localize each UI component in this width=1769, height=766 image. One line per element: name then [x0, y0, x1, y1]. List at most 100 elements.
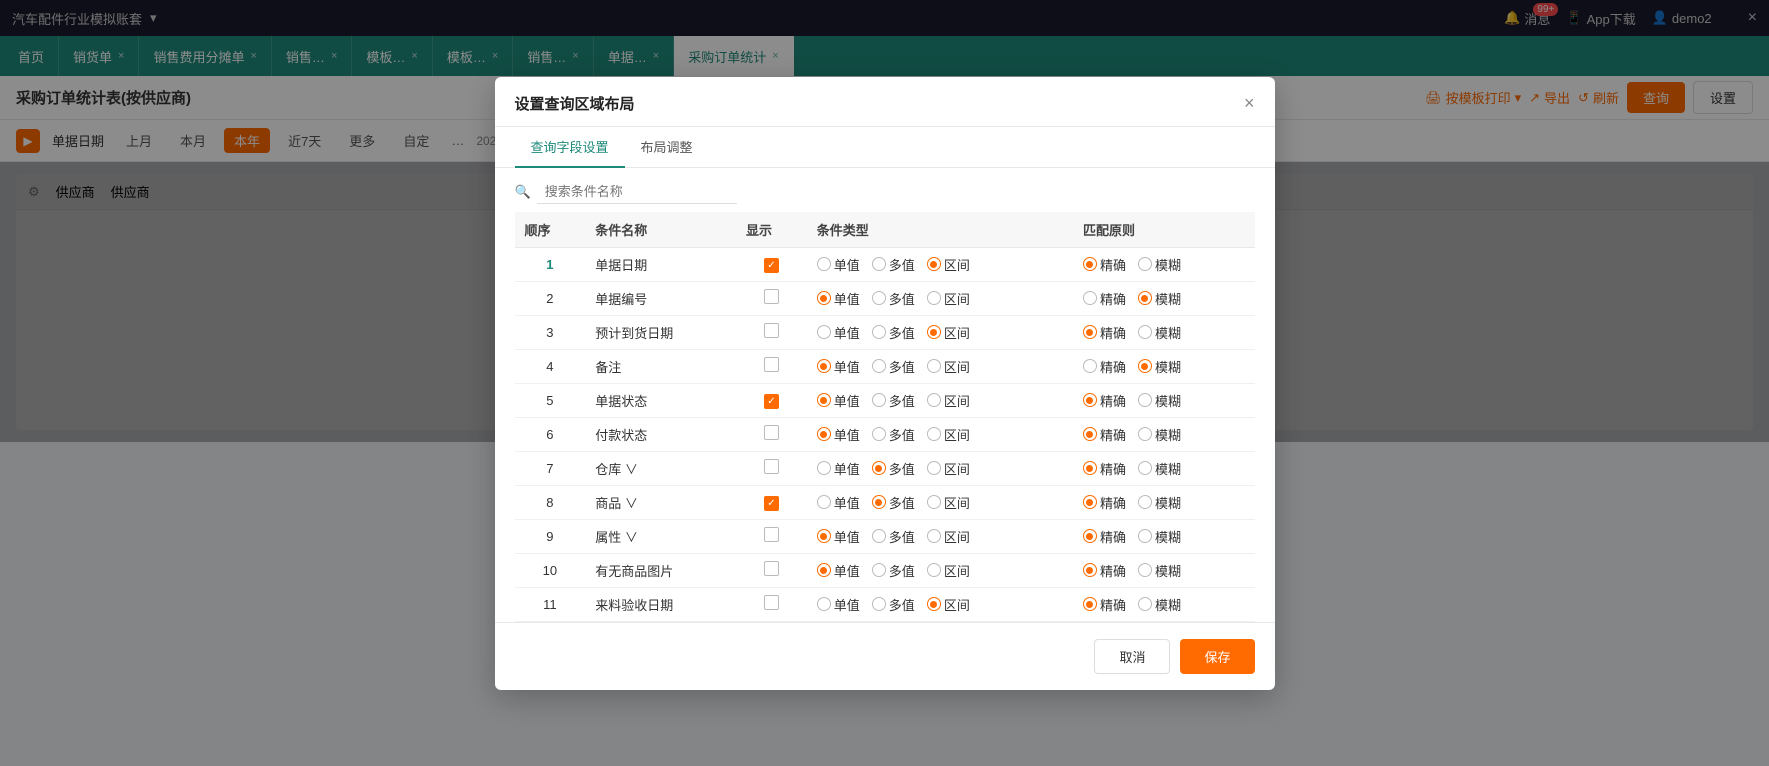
- match-radio-item[interactable]: 模糊: [1138, 527, 1181, 546]
- match-radio-item[interactable]: 精确: [1083, 527, 1126, 546]
- type-radio-item[interactable]: 单值: [817, 391, 860, 410]
- type-radio-item[interactable]: 多值: [872, 595, 915, 614]
- search-input[interactable]: [537, 180, 737, 204]
- match-radio-item[interactable]: 精确: [1083, 561, 1126, 580]
- row-display[interactable]: [736, 417, 807, 451]
- match-radio-item[interactable]: 模糊: [1138, 459, 1181, 478]
- type-radio-item[interactable]: 单值: [817, 323, 860, 342]
- table-row: 5单据状态单值多值区间精确模糊: [515, 383, 1255, 417]
- type-radio-label: 区间: [944, 357, 970, 376]
- dialog-tab-query-fields[interactable]: 查询字段设置: [515, 127, 625, 168]
- display-checkbox[interactable]: [764, 595, 779, 610]
- dialog-close-btn[interactable]: ×: [1244, 94, 1255, 112]
- row-display[interactable]: [736, 485, 807, 519]
- match-radio-item[interactable]: 模糊: [1138, 289, 1181, 308]
- match-radio-item[interactable]: 模糊: [1138, 357, 1181, 376]
- row-match: 精确模糊: [1073, 485, 1255, 519]
- type-radio-item[interactable]: 多值: [872, 459, 915, 478]
- match-radio-item[interactable]: 精确: [1083, 357, 1126, 376]
- type-radio-item[interactable]: 多值: [872, 493, 915, 512]
- type-radio-item[interactable]: 区间: [927, 459, 970, 478]
- type-radio-item[interactable]: 单值: [817, 459, 860, 478]
- row-display[interactable]: [736, 349, 807, 383]
- type-radio-item[interactable]: 区间: [927, 561, 970, 580]
- dialog-tab-layout[interactable]: 布局调整: [625, 127, 709, 168]
- match-radio-item[interactable]: 精确: [1083, 459, 1126, 478]
- row-display[interactable]: [736, 519, 807, 553]
- match-radio-item[interactable]: 精确: [1083, 289, 1126, 308]
- type-radio-item[interactable]: 单值: [817, 255, 860, 274]
- row-display[interactable]: [736, 553, 807, 587]
- match-radio-item[interactable]: 精确: [1083, 391, 1126, 410]
- type-radio-item[interactable]: 单值: [817, 357, 860, 376]
- match-radio-label: 模糊: [1155, 459, 1181, 478]
- row-order: 8: [515, 485, 586, 519]
- type-radio-item[interactable]: 单值: [817, 527, 860, 546]
- type-radio-label: 区间: [944, 255, 970, 274]
- save-btn[interactable]: 保存: [1180, 639, 1254, 674]
- type-radio-dot: [872, 325, 886, 339]
- match-radio-item[interactable]: 模糊: [1138, 595, 1181, 614]
- type-radio-item[interactable]: 区间: [927, 391, 970, 410]
- match-radio-item[interactable]: 模糊: [1138, 255, 1181, 274]
- type-radio-label: 单值: [834, 391, 860, 410]
- type-radio-label: 单值: [834, 595, 860, 614]
- row-display[interactable]: [736, 383, 807, 417]
- dialog-footer: 取消 保存: [495, 622, 1275, 690]
- row-display[interactable]: [736, 315, 807, 349]
- type-radio-item[interactable]: 多值: [872, 527, 915, 546]
- row-order: 10: [515, 553, 586, 587]
- type-radio-item[interactable]: 区间: [927, 323, 970, 342]
- row-type: 单值多值区间: [807, 417, 1073, 451]
- match-radio-item[interactable]: 精确: [1083, 595, 1126, 614]
- display-checkbox[interactable]: [764, 459, 779, 474]
- type-radio-item[interactable]: 多值: [872, 561, 915, 580]
- match-radio-item[interactable]: 精确: [1083, 323, 1126, 342]
- type-radio-item[interactable]: 单值: [817, 561, 860, 580]
- cancel-btn[interactable]: 取消: [1094, 639, 1170, 674]
- display-checkbox[interactable]: [764, 561, 779, 576]
- match-radio-item[interactable]: 模糊: [1138, 561, 1181, 580]
- display-checkbox[interactable]: [764, 289, 779, 304]
- type-radio-item[interactable]: 单值: [817, 425, 860, 444]
- row-display[interactable]: [736, 247, 807, 281]
- display-checkbox[interactable]: [764, 323, 779, 338]
- search-icon: 🔍: [515, 184, 531, 200]
- type-radio-item[interactable]: 区间: [927, 527, 970, 546]
- row-display[interactable]: [736, 587, 807, 621]
- type-radio-item[interactable]: 区间: [927, 289, 970, 308]
- match-radio-item[interactable]: 模糊: [1138, 425, 1181, 444]
- display-checkbox[interactable]: [764, 496, 779, 511]
- type-radio-item[interactable]: 多值: [872, 255, 915, 274]
- display-checkbox[interactable]: [764, 425, 779, 440]
- type-radio-item[interactable]: 区间: [927, 595, 970, 614]
- type-radio-item[interactable]: 多值: [872, 425, 915, 444]
- col-type: 条件类型: [807, 212, 1073, 248]
- type-radio-item[interactable]: 多值: [872, 323, 915, 342]
- type-radio-item[interactable]: 区间: [927, 357, 970, 376]
- row-display[interactable]: [736, 281, 807, 315]
- match-radio-item[interactable]: 精确: [1083, 493, 1126, 512]
- row-order: 1: [515, 247, 586, 281]
- type-radio-item[interactable]: 单值: [817, 493, 860, 512]
- type-radio-item[interactable]: 区间: [927, 425, 970, 444]
- display-checkbox[interactable]: [764, 394, 779, 409]
- type-radio-item[interactable]: 区间: [927, 255, 970, 274]
- table-row: 4备注单值多值区间精确模糊: [515, 349, 1255, 383]
- type-radio-item[interactable]: 多值: [872, 391, 915, 410]
- type-radio-label: 单值: [834, 323, 860, 342]
- match-radio-item[interactable]: 精确: [1083, 255, 1126, 274]
- match-radio-item[interactable]: 精确: [1083, 425, 1126, 444]
- match-radio-item[interactable]: 模糊: [1138, 493, 1181, 512]
- display-checkbox[interactable]: [764, 527, 779, 542]
- type-radio-item[interactable]: 多值: [872, 357, 915, 376]
- display-checkbox[interactable]: [764, 357, 779, 372]
- match-radio-item[interactable]: 模糊: [1138, 391, 1181, 410]
- type-radio-item[interactable]: 单值: [817, 289, 860, 308]
- type-radio-item[interactable]: 多值: [872, 289, 915, 308]
- display-checkbox[interactable]: [764, 258, 779, 273]
- row-display[interactable]: [736, 451, 807, 485]
- type-radio-item[interactable]: 单值: [817, 595, 860, 614]
- match-radio-item[interactable]: 模糊: [1138, 323, 1181, 342]
- type-radio-item[interactable]: 区间: [927, 493, 970, 512]
